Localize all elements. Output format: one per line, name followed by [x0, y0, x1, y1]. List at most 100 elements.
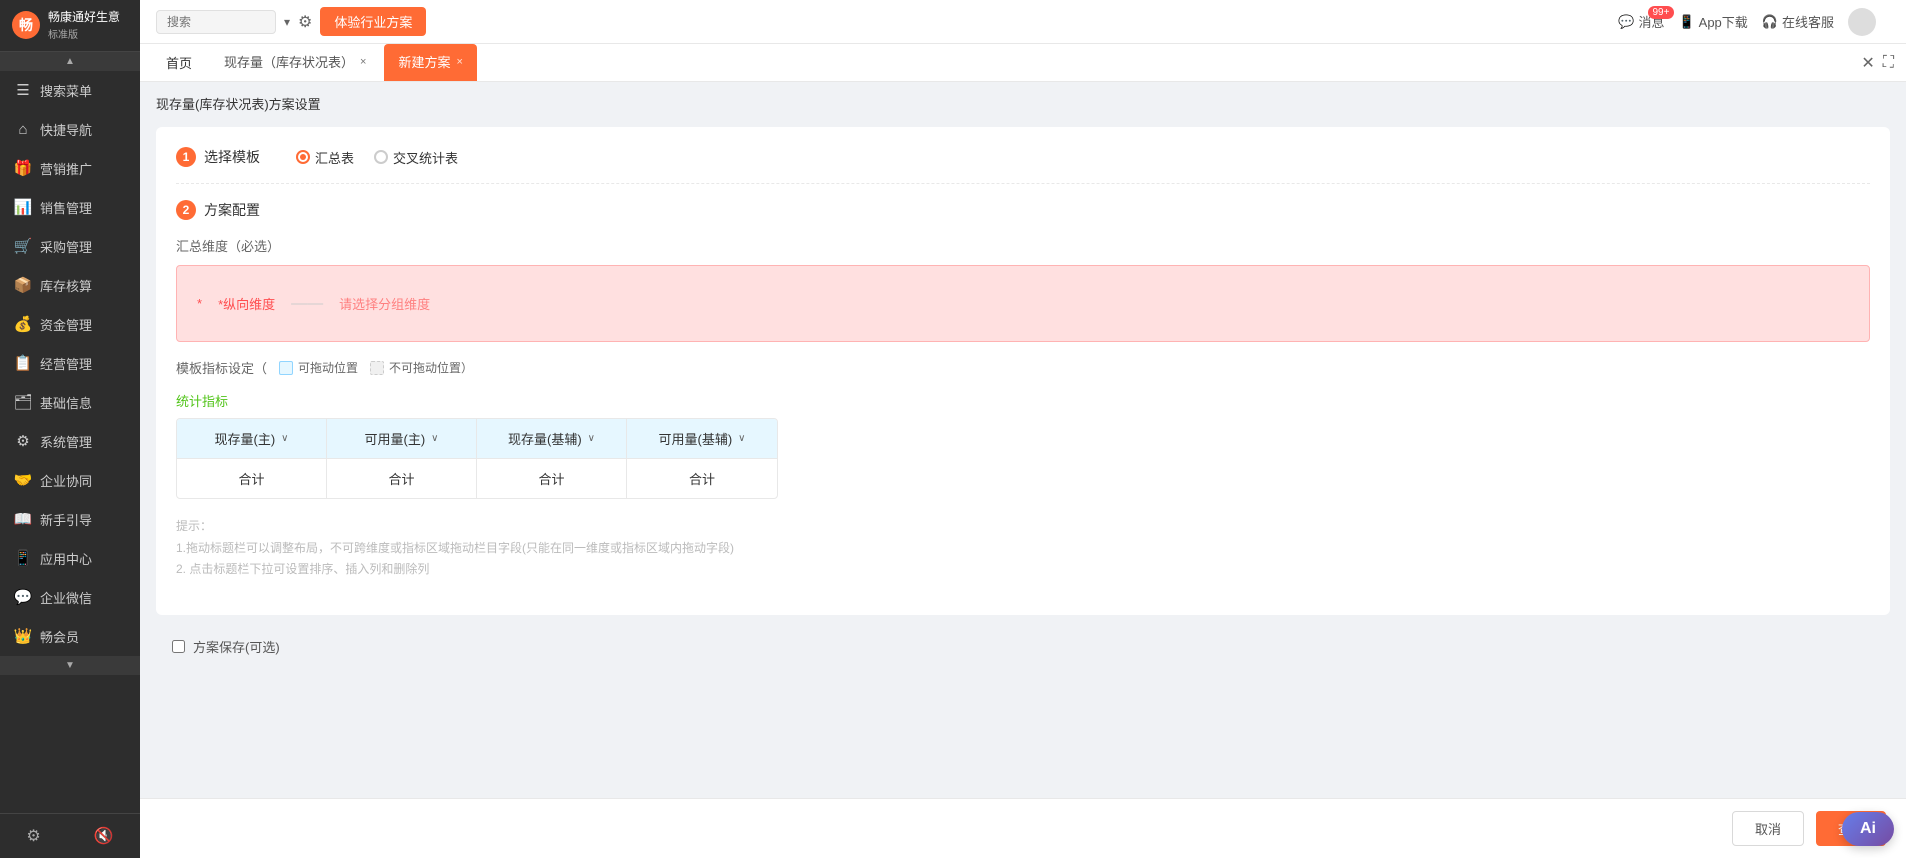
sidebar-item-label-enterprise-wechat: 企业微信	[40, 588, 92, 607]
ai-float-button[interactable]: Ai	[1842, 812, 1894, 846]
indicators-label-text: 模板指标设定（	[176, 358, 267, 377]
sales-icon: 📊	[14, 198, 32, 216]
topbar-search-input[interactable]	[156, 10, 276, 34]
stats-data-cell-0-1: 合计	[327, 459, 477, 498]
page-title: 现存量(库存状况表)方案设置	[156, 94, 1890, 113]
avatar[interactable]	[1848, 8, 1876, 36]
sidebar-item-label-basic-info: 基础信息	[40, 393, 92, 412]
sidebar-item-member[interactable]: 👑 畅会员	[0, 617, 140, 656]
chevron-down-icon-2: ∨	[588, 433, 595, 444]
tab-new-plan-label: 新建方案	[398, 52, 450, 71]
non-draggable-legend-label: 不可拖动位置）	[389, 359, 473, 376]
enterprise-wechat-icon: 💬	[14, 588, 32, 606]
tab-inventory-status-close-icon[interactable]: ×	[360, 56, 366, 68]
logo-badge: 标准版	[48, 26, 120, 41]
stats-header-cell-3[interactable]: 可用量(基辅) ∨	[627, 419, 777, 458]
app-download-label: App下载	[1699, 12, 1748, 31]
sidebar-logo: 畅 畅康通好生意 标准版	[0, 0, 140, 52]
tab-inventory-status-label: 现存量（库存状况表）	[224, 52, 354, 71]
logo-text-container: 畅康通好生意 标准版	[48, 10, 120, 41]
stats-data-row-0: 合计 合计 合计 合计	[177, 458, 777, 498]
sidebar-item-label-marketing: 营销推广	[40, 159, 92, 178]
section1-header: 1 选择模板 汇总表 交叉统计表	[176, 147, 1870, 167]
sidebar-item-label-quick-nav: 快捷导航	[40, 120, 92, 139]
sidebar-item-marketing[interactable]: 🎁 营销推广	[0, 149, 140, 188]
close-tab-icon[interactable]: ✕	[1861, 53, 1874, 73]
purchase-icon: 🛒	[14, 237, 32, 255]
radio-cross-icon	[374, 150, 388, 164]
sidebar-item-search-menu[interactable]: ☰ 搜索菜单	[0, 71, 140, 110]
expand-tab-icon[interactable]: ⛶	[1883, 54, 1894, 72]
sidebar-item-finance[interactable]: 💰 资金管理	[0, 305, 140, 344]
sidebar-item-business[interactable]: 📋 经营管理	[0, 344, 140, 383]
settings-icon[interactable]: ⚙	[16, 822, 50, 850]
sidebar-item-label-new-guide: 新手引导	[40, 510, 92, 529]
chevron-down-icon-1: ∨	[431, 433, 438, 444]
section2-title: 方案配置	[204, 200, 260, 220]
indicators-section: 模板指标设定（ 可拖动位置 不可拖动位置）	[176, 358, 1870, 377]
dim-placeholder[interactable]: 请选择分组维度	[339, 294, 430, 313]
app-download-button[interactable]: 📱 App下载	[1678, 12, 1747, 31]
notifications-button[interactable]: 💬 消息 99+	[1618, 12, 1664, 31]
topbar-right: 💬 消息 99+ 📱 App下载 🎧 在线客服	[1618, 8, 1890, 36]
business-icon: 📋	[14, 354, 32, 372]
section2-header: 2 方案配置	[176, 200, 1870, 220]
sidebar-item-cooperation[interactable]: 🤝 企业协同	[0, 461, 140, 500]
sidebar-item-new-guide[interactable]: 📖 新手引导	[0, 500, 140, 539]
sidebar-item-purchase[interactable]: 🛒 采购管理	[0, 227, 140, 266]
sidebar-item-inventory[interactable]: 📦 库存核算	[0, 266, 140, 305]
system-icon: ⚙	[14, 432, 32, 450]
sidebar-item-label-inventory: 库存核算	[40, 276, 92, 295]
tab-inventory-status[interactable]: 现存量（库存状况表） ×	[210, 44, 380, 81]
stats-header-cell-0[interactable]: 现存量(主) ∨	[177, 419, 327, 458]
industry-solution-button[interactable]: 体验行业方案	[320, 7, 426, 36]
new-guide-icon: 📖	[14, 510, 32, 528]
sidebar-item-app-center[interactable]: 📱 应用中心	[0, 539, 140, 578]
draggable-legend: 可拖动位置	[279, 359, 358, 376]
logo-title: 畅康通好生意	[48, 10, 120, 26]
content-footer: 方案保存(可选)	[156, 627, 1890, 666]
cooperation-icon: 🤝	[14, 471, 32, 489]
dim-required-marker: *	[197, 296, 202, 311]
sidebar-scroll-down[interactable]: ▼	[0, 656, 140, 675]
cancel-button[interactable]: 取消	[1732, 811, 1804, 846]
sidebar-item-basic-info[interactable]: 🗂 基础信息	[0, 383, 140, 422]
template-option-cross[interactable]: 交叉统计表	[374, 148, 458, 167]
tab-new-plan-close-icon[interactable]: ×	[456, 56, 462, 68]
sidebar-item-label-purchase: 采购管理	[40, 237, 92, 256]
dimension-box: * *纵向维度 —— 请选择分组维度	[176, 265, 1870, 342]
stats-header-cell-1[interactable]: 可用量(主) ∨	[327, 419, 477, 458]
dropdown-arrow-icon: ▾	[284, 15, 290, 29]
finance-icon: 💰	[14, 315, 32, 333]
dim-vertical-label: *纵向维度	[218, 294, 275, 313]
non-draggable-legend-block	[370, 361, 384, 375]
sidebar-item-enterprise-wechat[interactable]: 💬 企业微信	[0, 578, 140, 617]
stats-table-section: 统计指标 现存量(主) ∨ 可用量(主) ∨	[176, 391, 1870, 502]
mute-icon[interactable]: 🔇	[84, 822, 124, 850]
sidebar-item-label-member: 畅会员	[40, 627, 79, 646]
config-card: 1 选择模板 汇总表 交叉统计表 2 方案配置	[156, 127, 1890, 615]
sidebar-item-label-sales: 销售管理	[40, 198, 92, 217]
topbar-dropdown[interactable]: ▾	[284, 15, 290, 29]
sidebar-item-quick-nav[interactable]: ⌂ 快捷导航	[0, 110, 140, 149]
section1-title: 选择模板	[204, 147, 260, 167]
save-plan-checkbox[interactable]	[172, 640, 185, 653]
logo-icon: 畅	[12, 11, 40, 39]
tab-home-label: 首页	[166, 53, 192, 72]
save-plan-label: 方案保存(可选)	[193, 637, 280, 656]
tabs-bar: 首页 现存量（库存状况表） × 新建方案 × ✕ ⛶	[140, 44, 1906, 82]
tab-new-plan[interactable]: 新建方案 ×	[384, 44, 476, 81]
sidebar-item-system[interactable]: ⚙ 系统管理	[0, 422, 140, 461]
tips-item-1: 2. 点击标题栏下拉可设置排序、插入列和删除列	[176, 559, 1870, 581]
customer-service-button[interactable]: 🎧 在线客服	[1762, 12, 1834, 31]
sidebar-scroll-up[interactable]: ▲	[0, 52, 140, 71]
app-download-icon: 📱	[1678, 14, 1694, 30]
section1-num: 1	[176, 147, 196, 167]
stats-header-cell-2[interactable]: 现存量(基辅) ∨	[477, 419, 627, 458]
sidebar-item-sales[interactable]: 📊 销售管理	[0, 188, 140, 227]
tab-home[interactable]: 首页	[152, 45, 206, 80]
indicators-label: 模板指标设定（ 可拖动位置 不可拖动位置）	[176, 358, 1870, 377]
template-option-summary[interactable]: 汇总表	[296, 148, 354, 167]
sidebar-item-label-finance: 资金管理	[40, 315, 92, 334]
topbar-gear-icon[interactable]: ⚙	[298, 12, 312, 32]
